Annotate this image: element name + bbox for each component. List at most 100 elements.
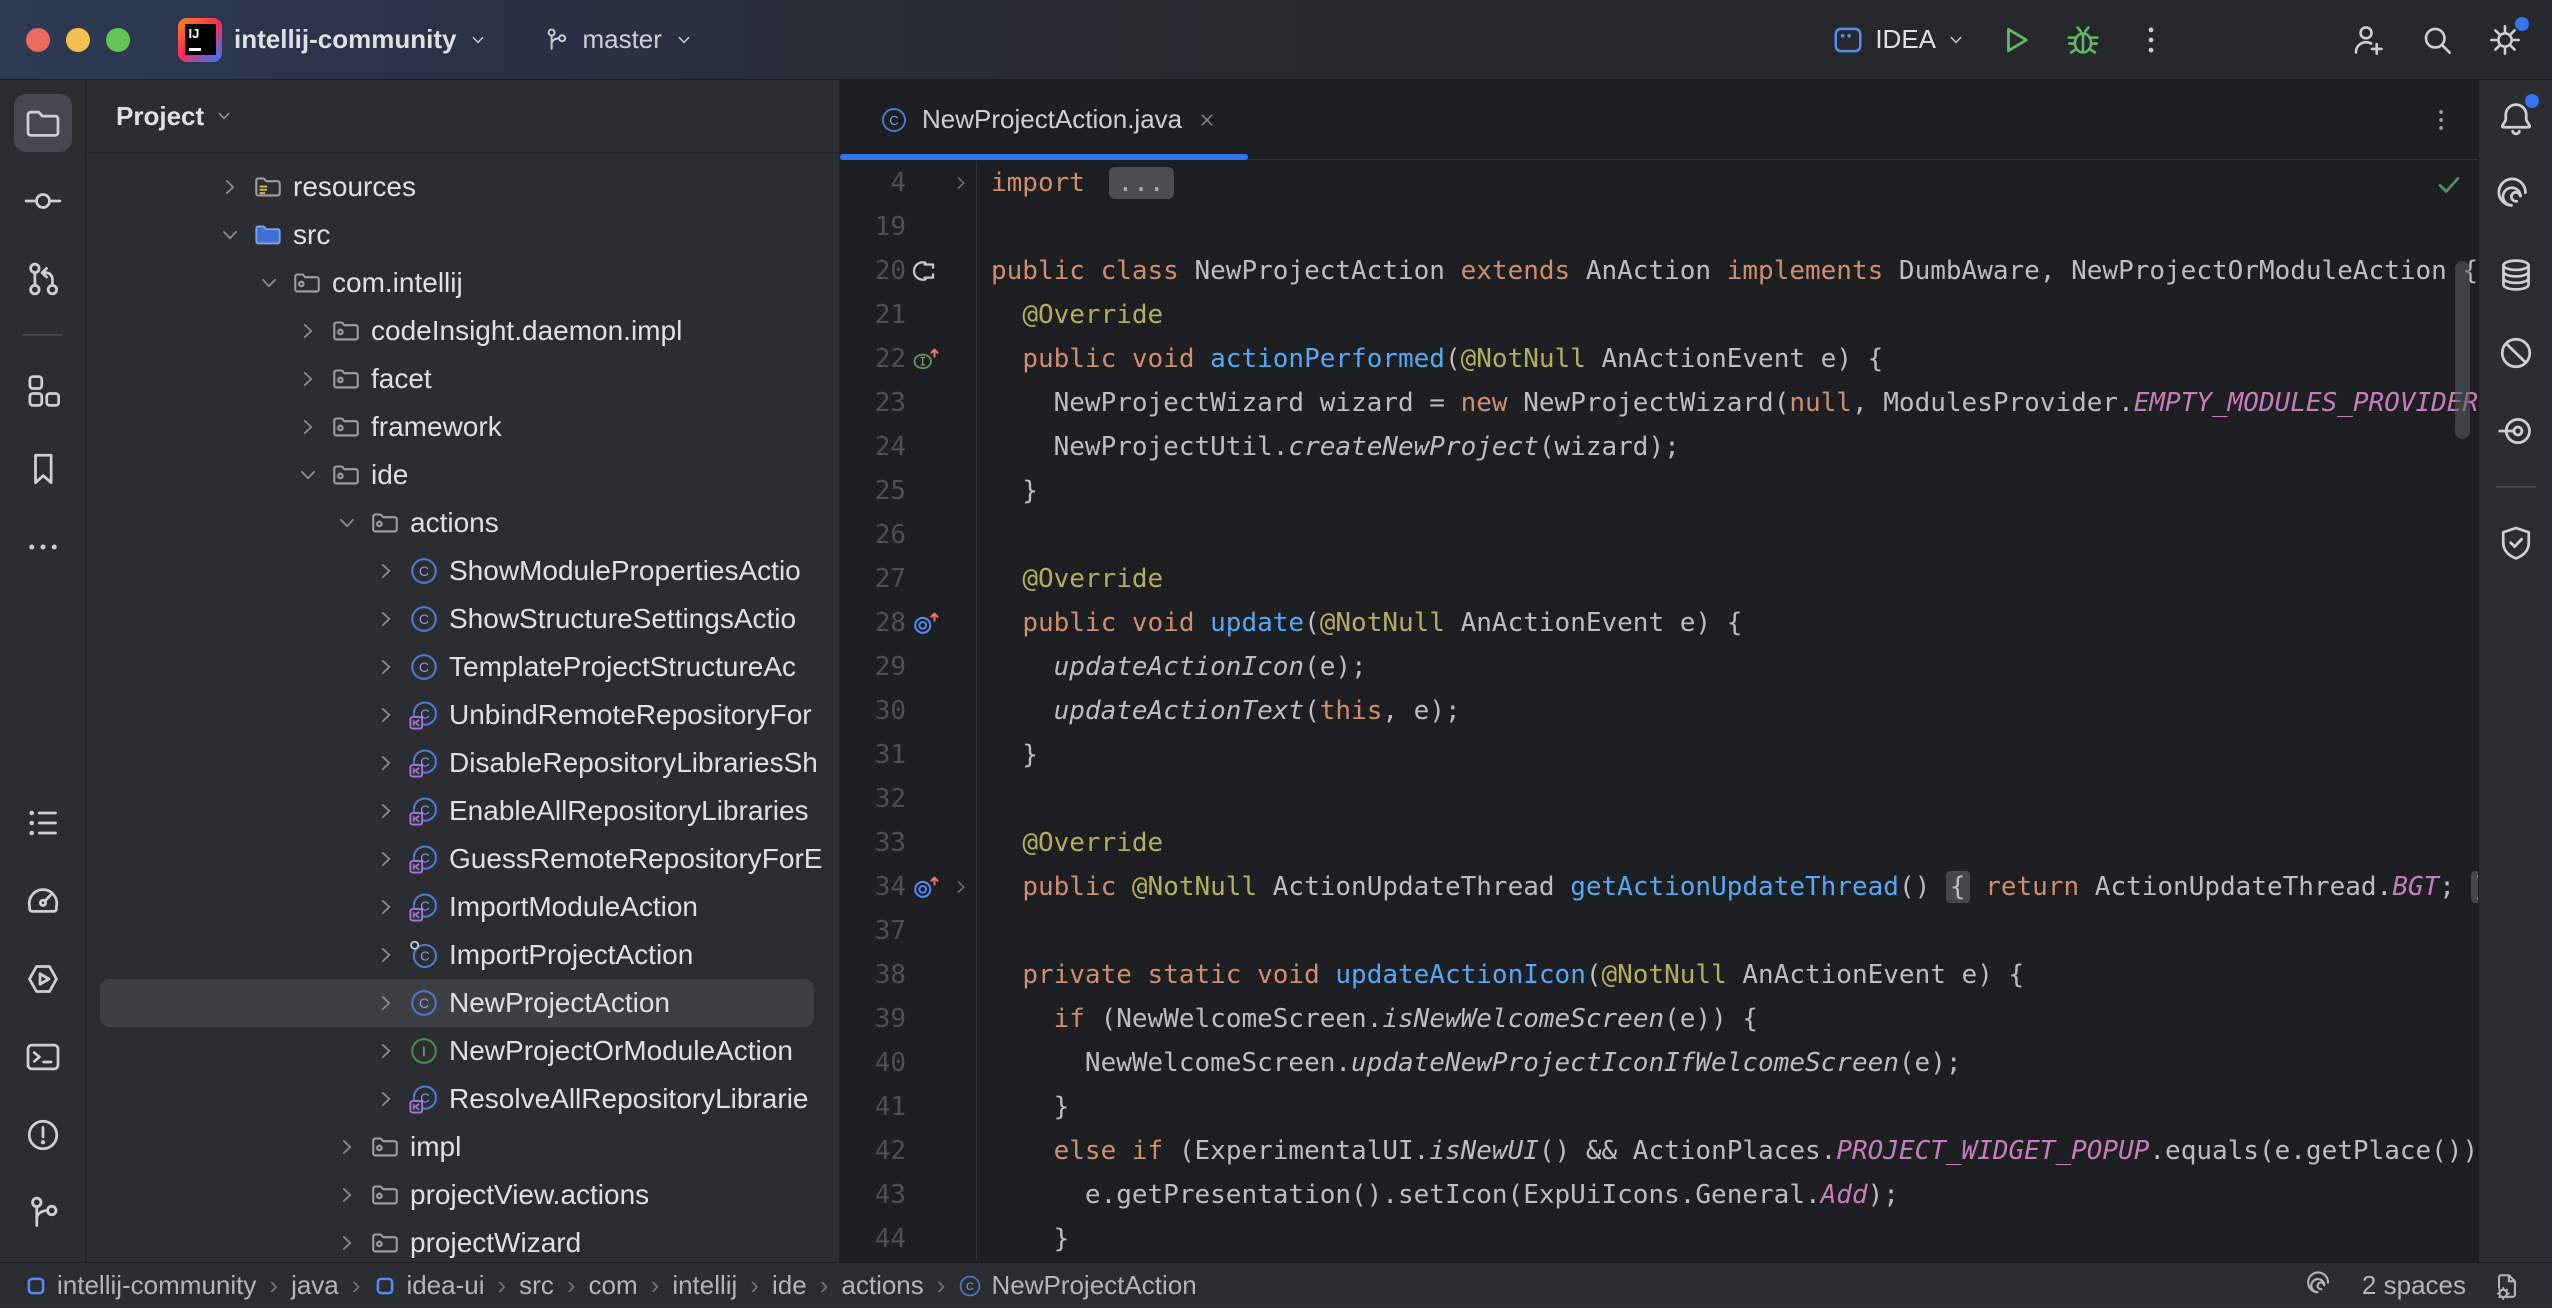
settings-icon[interactable] (2486, 21, 2524, 59)
code-line-22[interactable]: 22I public void actionPerformed(@NotNull… (840, 337, 2478, 381)
indent-setting[interactable]: 2 spaces (2362, 1270, 2466, 1301)
code-line-38[interactable]: 38 private static void updateActionIcon(… (840, 953, 2478, 997)
tree-item-projectWizard[interactable]: projectWizard (86, 1219, 839, 1262)
chevron-down-icon[interactable] (217, 222, 243, 248)
chevron-right-icon[interactable] (373, 1038, 399, 1064)
tree-item-DisableRepositoryLibrariesSh[interactable]: CDisableRepositoryLibrariesSh (86, 739, 839, 787)
breadcrumb-item-actions[interactable]: actions (841, 1270, 923, 1301)
tool-button-no-inspection[interactable] (2487, 324, 2545, 382)
tree-item-actions[interactable]: actions (86, 499, 839, 547)
breadcrumb-item-java[interactable]: java (291, 1270, 339, 1301)
tool-button-trusted-project[interactable] (2487, 514, 2545, 572)
tree-item-com.intellij[interactable]: com.intellij (86, 259, 839, 307)
breadcrumb-item-intellij[interactable]: intellij (672, 1270, 737, 1301)
code-line-32[interactable]: 32 (840, 777, 2478, 821)
chevron-right-icon[interactable] (373, 798, 399, 824)
code-line-34[interactable]: 34 public @NotNull ActionUpdateThread ge… (840, 865, 2478, 909)
tool-button-commit[interactable] (14, 172, 72, 230)
tree-item-EnableAllRepositoryLibraries[interactable]: CEnableAllRepositoryLibraries (86, 787, 839, 835)
breadcrumb-item-idea-ui[interactable]: idea-ui (373, 1270, 484, 1301)
tree-item-ImportProjectAction[interactable]: CImportProjectAction (86, 931, 839, 979)
chevron-down-icon[interactable] (256, 270, 282, 296)
chevron-right-icon[interactable] (217, 174, 243, 200)
breadcrumb-item-com[interactable]: com (589, 1270, 638, 1301)
gutter-impl-icon[interactable]: I (906, 344, 946, 374)
branch-widget[interactable]: master (530, 16, 705, 63)
tree-item-impl[interactable]: impl (86, 1123, 839, 1171)
code-line-39[interactable]: 39 if (NewWelcomeScreen.isNewWelcomeScre… (840, 997, 2478, 1041)
code-line-42[interactable]: 42 else if (ExperimentalUI.isNewUI() && … (840, 1129, 2478, 1173)
tree-item-framework[interactable]: framework (86, 403, 839, 451)
minimize-window-button[interactable] (66, 28, 90, 52)
chevron-right-icon[interactable] (295, 318, 321, 344)
tool-button-structure[interactable] (14, 362, 72, 420)
code-line-4[interactable]: 4import ... (840, 161, 2478, 205)
kebab-icon[interactable] (2132, 21, 2170, 59)
chevron-right-icon[interactable] (373, 942, 399, 968)
chevron-right-icon[interactable] (373, 1086, 399, 1112)
code-line-43[interactable]: 43 e.getPresentation().setIcon(ExpUiIcon… (840, 1173, 2478, 1217)
chevron-right-icon[interactable] (295, 366, 321, 392)
tool-button-version-control[interactable] (14, 1184, 72, 1242)
code-line-37[interactable]: 37 (840, 909, 2478, 953)
tree-item-GuessRemoteRepositoryForE[interactable]: CGuessRemoteRepositoryForE (86, 835, 839, 883)
editor-tab[interactable]: C NewProjectAction.java (840, 80, 1248, 159)
tool-button-terminal[interactable] (14, 1028, 72, 1086)
fold-chevron-icon[interactable] (946, 876, 976, 898)
run-configuration-selector[interactable]: IDEA (1831, 23, 1966, 57)
gutter-class-icon[interactable] (906, 256, 946, 286)
code-line-28[interactable]: 28 public void update(@NotNull AnActionE… (840, 601, 2478, 645)
chevron-right-icon[interactable] (295, 414, 321, 440)
chevron-right-icon[interactable] (373, 654, 399, 680)
chevron-right-icon[interactable] (373, 702, 399, 728)
code-line-40[interactable]: 40 NewWelcomeScreen.updateNewProjectIcon… (840, 1041, 2478, 1085)
tree-item-ide[interactable]: ide (86, 451, 839, 499)
tool-button-bookmarks[interactable] (14, 440, 72, 498)
code-line-21[interactable]: 21 @Override (840, 293, 2478, 337)
gutter-over-icon[interactable] (906, 872, 946, 902)
tree-item-facet[interactable]: facet (86, 355, 839, 403)
gutter-over-icon[interactable] (906, 608, 946, 638)
chevron-right-icon[interactable] (373, 990, 399, 1016)
tree-item-projectView.actions[interactable]: projectView.actions (86, 1171, 839, 1219)
tool-button-todo[interactable] (14, 794, 72, 852)
tool-button-ai-assistant[interactable] (2487, 168, 2545, 226)
inspections-ok-icon[interactable] (2434, 169, 2464, 199)
project-widget[interactable]: IJ intellij-community (166, 10, 500, 70)
code-line-29[interactable]: 29 updateActionIcon(e); (840, 645, 2478, 689)
code-line-31[interactable]: 31 } (840, 733, 2478, 777)
tool-button-services[interactable] (14, 950, 72, 1008)
tree-item-NewProjectAction[interactable]: CNewProjectAction (100, 979, 814, 1027)
tree-item-ShowModulePropertiesActio[interactable]: CShowModulePropertiesActio (86, 547, 839, 595)
chevron-right-icon[interactable] (373, 750, 399, 776)
code-line-26[interactable]: 26 (840, 513, 2478, 557)
play-icon[interactable] (1996, 21, 2034, 59)
tool-button-profiler[interactable] (14, 872, 72, 930)
tool-button-more-tool-windows[interactable] (14, 518, 72, 576)
chevron-down-icon[interactable] (334, 510, 360, 536)
tool-button-project[interactable] (14, 94, 72, 152)
code-line-33[interactable]: 33 @Override (840, 821, 2478, 865)
code-line-27[interactable]: 27 @Override (840, 557, 2478, 601)
chevron-right-icon[interactable] (373, 558, 399, 584)
code-line-41[interactable]: 41 } (840, 1085, 2478, 1129)
tree-item-TemplateProjectStructureAc[interactable]: CTemplateProjectStructureAc (86, 643, 839, 691)
code-line-25[interactable]: 25 } (840, 469, 2478, 513)
add-user-icon[interactable] (2350, 21, 2388, 59)
tool-button-problems[interactable] (14, 1106, 72, 1164)
bug-icon[interactable] (2064, 21, 2102, 59)
zoom-window-button[interactable] (106, 28, 130, 52)
chevron-right-icon[interactable] (373, 606, 399, 632)
tree-item-NewProjectOrModuleAction[interactable]: INewProjectOrModuleAction (86, 1027, 839, 1075)
chevron-down-icon[interactable] (295, 462, 321, 488)
tree-item-src[interactable]: src (86, 211, 839, 259)
code-line-30[interactable]: 30 updateActionText(this, e); (840, 689, 2478, 733)
tree-item-UnbindRemoteRepositoryFor[interactable]: CUnbindRemoteRepositoryFor (86, 691, 839, 739)
tool-button-pull-requests[interactable] (14, 250, 72, 308)
editor-options-kebab-icon[interactable] (2426, 105, 2456, 135)
breadcrumb-item-ide[interactable]: ide (772, 1270, 807, 1301)
chevron-right-icon[interactable] (334, 1230, 360, 1256)
code-style-file-gear-icon[interactable] (2492, 1271, 2522, 1301)
tree-item-codeInsight.daemon.impl[interactable]: codeInsight.daemon.impl (86, 307, 839, 355)
project-panel-header[interactable]: Project (86, 80, 839, 153)
